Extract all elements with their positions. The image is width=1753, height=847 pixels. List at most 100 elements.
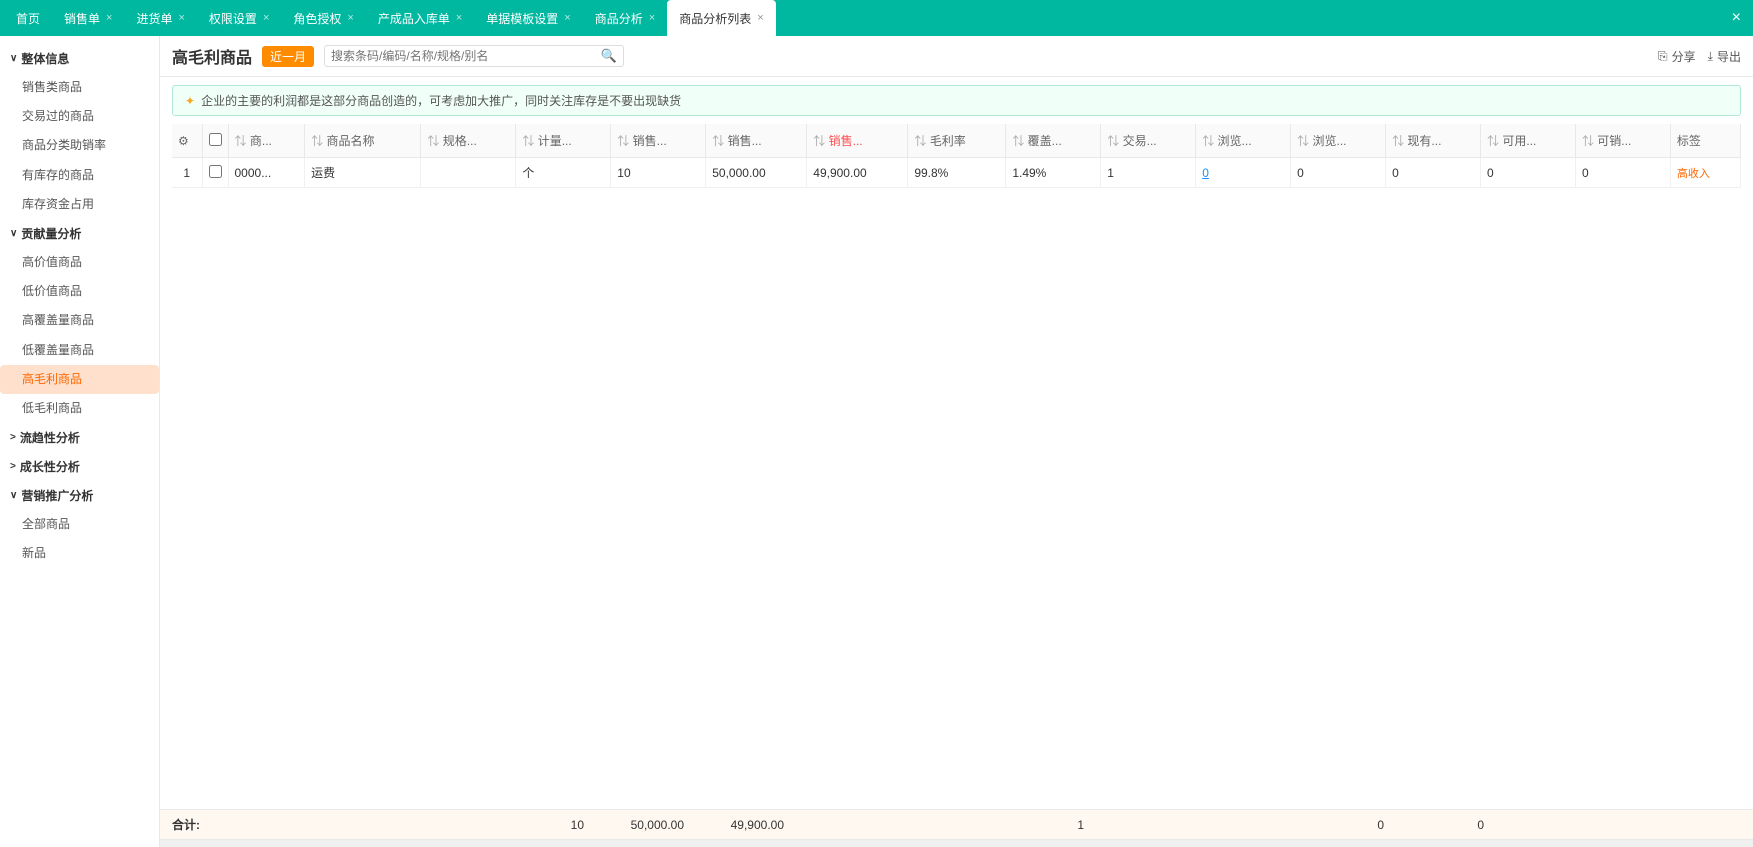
sidebar-item-sales-goods[interactable]: 销售类商品 [0, 73, 159, 102]
close-icon[interactable]: × [106, 12, 112, 24]
col-available[interactable]: ⇅ 可用... [1481, 124, 1576, 158]
col-sales-qty[interactable]: ⇅ 销售... [611, 124, 706, 158]
sidebar-group-marketing[interactable]: ∨ 营销推广分析 [0, 481, 159, 510]
tab-home[interactable]: 首页 [4, 0, 52, 36]
footer-available: 0 [1410, 818, 1490, 832]
export-button[interactable]: ⤓ 导出 [1708, 48, 1741, 65]
close-icon[interactable]: × [263, 12, 269, 24]
table-header-row: ⚙ ⇅ 商... ⇅ 商品名称 [172, 124, 1741, 158]
sidebar-item-high-margin[interactable]: 高毛利商品 [0, 365, 159, 394]
row-sales-amount: 50,000.00 [706, 158, 807, 188]
tab-product-analysis-list[interactable]: 商品分析列表 × [667, 0, 775, 36]
col-spec[interactable]: ⇅ 规格... [421, 124, 516, 158]
col-coverage[interactable]: ⇅ 覆盖... [1006, 124, 1101, 158]
chevron-down-icon: ∨ [10, 53, 17, 64]
row-sales-cost: 49,900.00 [807, 158, 908, 188]
row-select-checkbox[interactable] [209, 165, 222, 178]
sort-icon: ⇅ [522, 134, 534, 148]
col-sales-amount[interactable]: ⇅ 销售... [706, 124, 807, 158]
row-coverage: 1.49% [1006, 158, 1101, 188]
tab-purchase-order[interactable]: 进货单 × [124, 0, 196, 36]
sidebar-item-high-coverage[interactable]: 高覆盖量商品 [0, 306, 159, 335]
col-browse2[interactable]: ⇅ 浏览... [1291, 124, 1386, 158]
sidebar-item-low-margin[interactable]: 低毛利商品 [0, 394, 159, 423]
share-icon: ⎘ [1658, 49, 1668, 64]
close-icon[interactable]: × [347, 12, 353, 24]
horizontal-scrollbar[interactable] [160, 839, 1753, 847]
sort-icon: ⇅ [1297, 134, 1309, 148]
tab-product-analysis[interactable]: 商品分析 × [583, 0, 667, 36]
row-browse2: 0 [1291, 158, 1386, 188]
col-transaction[interactable]: ⇅ 交易... [1101, 124, 1196, 158]
col-gross-margin[interactable]: ⇅ 毛利率 [908, 124, 1006, 158]
tab-permissions[interactable]: 权限设置 × [197, 0, 281, 36]
sidebar-item-new-goods[interactable]: 新品 [0, 539, 159, 568]
table-container: ⚙ ⇅ 商... ⇅ 商品名称 [160, 124, 1753, 809]
content-header: 高毛利商品 近一月 🔍 ⎘ 分享 ⤓ 导出 [160, 36, 1753, 77]
col-tag[interactable]: 标签 [1670, 124, 1740, 158]
sidebar-item-low-value[interactable]: 低价值商品 [0, 277, 159, 306]
table-row: 1 0000... 运费 个 10 50,000.00 49,900.00 99… [172, 158, 1741, 188]
chevron-down-icon: ∨ [10, 228, 17, 239]
sidebar: 《 ∨ 整体信息 销售类商品 交易过的商品 商品分类助销率 有库存的商品 库存资… [0, 36, 160, 847]
close-icon[interactable]: × [564, 12, 570, 24]
close-icon[interactable]: × [456, 12, 462, 24]
select-all-checkbox[interactable] [209, 133, 222, 146]
row-checkbox[interactable] [202, 158, 228, 188]
search-box: 🔍 [324, 45, 624, 67]
col-settings[interactable]: ⚙ [172, 124, 202, 158]
row-spec [421, 158, 516, 188]
col-name[interactable]: ⇅ 商品名称 [305, 124, 421, 158]
header-actions: ⎘ 分享 ⤓ 导出 [1658, 48, 1741, 65]
share-button[interactable]: ⎘ 分享 [1658, 48, 1696, 65]
sort-icon: ⇅ [427, 134, 439, 148]
sidebar-item-high-value[interactable]: 高价值商品 [0, 248, 159, 277]
filter-recent-month-button[interactable]: 近一月 [262, 46, 314, 67]
sidebar-group-growth[interactable]: > 成长性分析 [0, 452, 159, 481]
sidebar-group-overall[interactable]: ∨ 整体信息 [0, 44, 159, 73]
page-title: 高毛利商品 [172, 44, 252, 68]
row-gross-margin: 99.8% [908, 158, 1006, 188]
sidebar-item-all-goods[interactable]: 全部商品 [0, 510, 159, 539]
col-code[interactable]: ⇅ 商... [228, 124, 305, 158]
close-icon[interactable]: × [757, 12, 763, 24]
col-sellable[interactable]: ⇅ 可销... [1575, 124, 1670, 158]
row-name: 运费 [305, 158, 421, 188]
chevron-right-icon: > [10, 432, 16, 443]
col-checkbox[interactable] [202, 124, 228, 158]
info-banner: ✦ 企业的主要的利润都是这部分商品创造的，可考虑加大推广，同时关注库存是不要出现… [172, 85, 1741, 116]
tab-template-settings[interactable]: 单据模板设置 × [474, 0, 582, 36]
chevron-down-icon: ∨ [10, 490, 17, 501]
tab-sales-order[interactable]: 销售单 × [52, 0, 124, 36]
sort-icon: ⇅ [235, 134, 247, 148]
sidebar-item-low-coverage[interactable]: 低覆盖量商品 [0, 336, 159, 365]
sidebar-item-category-rate[interactable]: 商品分类助销率 [0, 131, 159, 160]
sidebar-group-trend[interactable]: > 流趋性分析 [0, 423, 159, 452]
col-browse1[interactable]: ⇅ 浏览... [1196, 124, 1291, 158]
sort-icon: ⇅ [813, 134, 825, 148]
row-sales-qty: 10 [611, 158, 706, 188]
close-icon[interactable]: × [649, 12, 655, 24]
sidebar-item-stock-capital[interactable]: 库存资金占用 [0, 190, 159, 219]
sort-icon: ⇅ [1582, 134, 1594, 148]
top-navigation: 首页 销售单 × 进货单 × 权限设置 × 角色授权 × 产成品入库单 × 单据… [0, 0, 1753, 36]
tab-product-warehouse[interactable]: 产成品入库单 × [366, 0, 474, 36]
col-current[interactable]: ⇅ 现有... [1386, 124, 1481, 158]
col-sales-cost[interactable]: ⇅ 销售... [807, 124, 908, 158]
sidebar-group-contribution[interactable]: ∨ 贡献量分析 [0, 219, 159, 248]
sort-icon: ⇅ [1487, 134, 1499, 148]
sidebar-item-in-stock[interactable]: 有库存的商品 [0, 161, 159, 190]
main-layout: 《 ∨ 整体信息 销售类商品 交易过的商品 商品分类助销率 有库存的商品 库存资… [0, 36, 1753, 847]
tab-role-auth[interactable]: 角色授权 × [281, 0, 365, 36]
settings-icon: ⚙ [178, 134, 189, 148]
row-available: 0 [1481, 158, 1576, 188]
row-browse1[interactable]: 0 [1196, 158, 1291, 188]
sort-icon: ⇅ [1012, 134, 1024, 148]
row-transaction: 1 [1101, 158, 1196, 188]
window-close-button[interactable]: × [1724, 9, 1749, 27]
close-icon[interactable]: × [178, 12, 184, 24]
sidebar-item-traded-goods[interactable]: 交易过的商品 [0, 102, 159, 131]
sort-icon: ⇅ [914, 134, 926, 148]
search-input[interactable] [331, 49, 601, 63]
col-unit[interactable]: ⇅ 计量... [516, 124, 611, 158]
